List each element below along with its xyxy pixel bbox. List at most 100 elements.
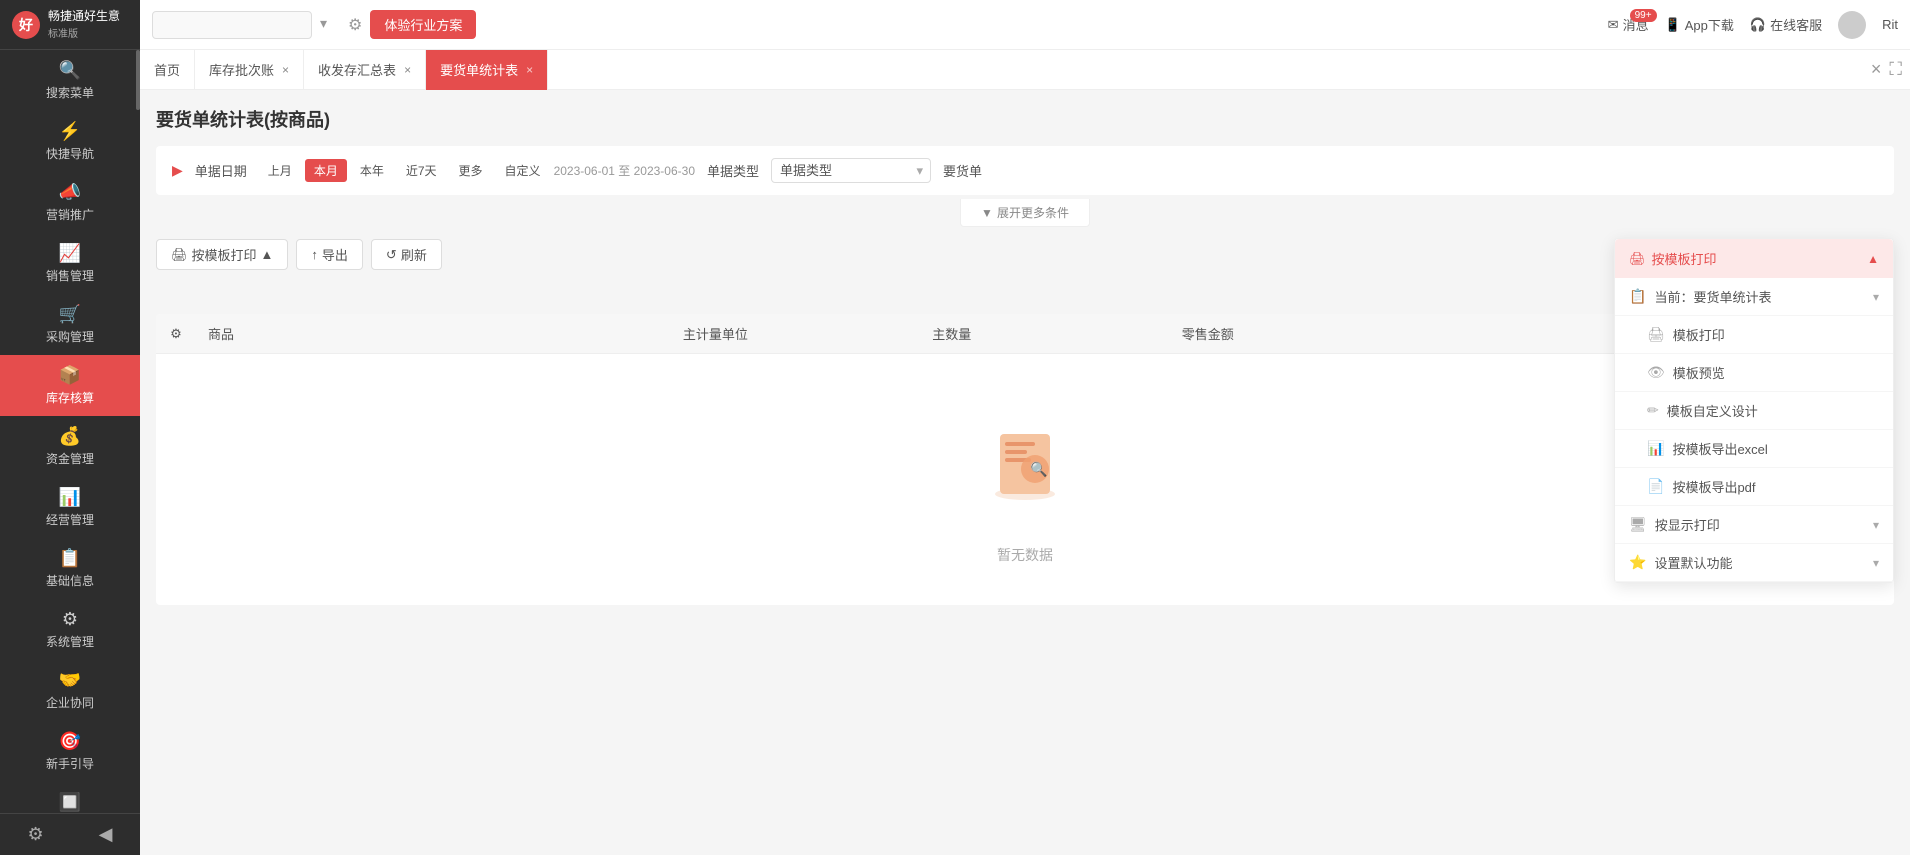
template-export-pdf-label: 按模板导出pdf xyxy=(1672,477,1755,496)
date-range-text: 2023-06-01 至 2023-06-30 xyxy=(554,162,695,179)
col-qty: 主数量 xyxy=(920,324,1169,343)
sidebar-label-guide: 新手引导 xyxy=(46,755,94,772)
sidebar-icon-quick-nav: ⚡ xyxy=(59,121,81,142)
message-badge: 99+ xyxy=(1630,9,1657,22)
print-btn[interactable]: 🖨 按模板打印 ▲ xyxy=(156,239,288,270)
app-download-btn[interactable]: 📱 App下载 xyxy=(1665,15,1734,34)
sidebar-item-purchase[interactable]: 🛒 采购管理 xyxy=(0,294,140,355)
current-template-label: 当前：要货单统计表 xyxy=(1654,287,1771,306)
print-label: 按模板打印 xyxy=(192,245,257,264)
sidebar-label-purchase: 采购管理 xyxy=(46,328,94,345)
template-export-pdf-item[interactable]: 📄 按模板导出pdf xyxy=(1615,468,1893,506)
set-default-left: ⭐ 设置默认功能 xyxy=(1629,553,1732,572)
sidebar-item-apps[interactable]: 🔲 应用中心 xyxy=(0,782,140,813)
current-template-arrow: ▾ xyxy=(1873,290,1879,304)
set-default-arrow: ▾ xyxy=(1873,556,1879,570)
print-dropdown-panel: 🖨 按模板打印 ▲ 📋 当前：要货单统计表 ▾ 🖨 模板打印 👁 xyxy=(1614,238,1894,583)
date-pill-this-month[interactable]: 本月 xyxy=(305,159,347,182)
tab-expand-btn[interactable]: ⛶ xyxy=(1889,59,1902,80)
tab-requisition-stats[interactable]: 要货单统计表 × xyxy=(426,50,548,90)
col-amount: 零售金额 xyxy=(1170,324,1419,343)
template-print-item[interactable]: 🖨 模板打印 xyxy=(1615,316,1893,354)
date-pill-this-year[interactable]: 本年 xyxy=(351,159,393,182)
tab-receive-summary-close[interactable]: × xyxy=(404,63,411,77)
sidebar-item-guide[interactable]: 🎯 新手引导 xyxy=(0,721,140,782)
current-template-icon: 📋 xyxy=(1629,288,1646,305)
tab-inventory-batch-close[interactable]: × xyxy=(282,63,289,77)
print-dropdown-header[interactable]: 🖨 按模板打印 ▲ xyxy=(1615,239,1893,278)
date-pill-custom[interactable]: 自定义 xyxy=(496,159,550,182)
tab-close-all-btn[interactable]: × xyxy=(1871,59,1882,80)
sidebar-item-quick-nav[interactable]: ⚡ 快捷导航 xyxy=(0,111,140,172)
search-dropdown-icon[interactable]: ▾ xyxy=(320,15,340,35)
date-pill-last-7days[interactable]: 近7天 xyxy=(397,159,446,182)
sidebar-icon-apps: 🔲 xyxy=(59,792,81,813)
sidebar-icon-basics: 📋 xyxy=(59,548,81,569)
settings-bottom-icon[interactable]: ⚙ xyxy=(28,824,44,845)
online-service-btn[interactable]: 🎧 在线客服 xyxy=(1750,15,1822,34)
order-type-select-wrapper: 单据类型 xyxy=(771,158,931,183)
template-export-excel-item[interactable]: 📊 按模板导出excel xyxy=(1615,430,1893,468)
sidebar-item-sales[interactable]: 📈 销售管理 xyxy=(0,233,140,294)
sidebar-icon-inventory: 📦 xyxy=(59,365,81,386)
display-print-icon: 🖥 xyxy=(1629,516,1647,533)
template-preview-icon: 👁 xyxy=(1647,364,1665,381)
filter-toggle-icon[interactable]: ▶ xyxy=(172,162,183,179)
print-dropdown-collapse-icon[interactable]: ▲ xyxy=(1867,252,1879,266)
template-custom-item[interactable]: ✏ 模板自定义设计 xyxy=(1615,392,1893,430)
sidebar-item-search[interactable]: 🔍 搜索菜单 xyxy=(0,50,140,111)
sidebar-item-operations[interactable]: 📊 经营管理 xyxy=(0,477,140,538)
goods-filter-label: 要货单 xyxy=(943,161,982,180)
sidebar-item-finance[interactable]: 💰 资金管理 xyxy=(0,416,140,477)
current-template-left: 📋 当前：要货单统计表 xyxy=(1629,287,1771,306)
export-btn[interactable]: ↑ 导出 xyxy=(296,239,363,270)
print-dropdown-icon: 🖨 xyxy=(1629,251,1646,267)
user-avatar-btn[interactable] xyxy=(1838,11,1866,39)
empty-text: 暂无数据 xyxy=(997,545,1053,565)
sidebar-label-quick-nav: 快捷导航 xyxy=(46,145,94,162)
topbar-gear-icon[interactable]: ⚙ xyxy=(348,15,362,35)
tab-requisition-stats-close[interactable]: × xyxy=(526,63,533,77)
export-icon: ↑ xyxy=(311,247,318,262)
tab-home[interactable]: 首页 xyxy=(140,50,195,90)
page-content: 要货单统计表(按商品) ▶ 单据日期 上月 本月 本年 近7天 更多 自定义 2… xyxy=(140,90,1910,855)
sidebar-label-cooperation: 企业协同 xyxy=(46,694,94,711)
sidebar-item-marketing[interactable]: 📣 营销推广 xyxy=(0,172,140,233)
date-pill-last-month[interactable]: 上月 xyxy=(259,159,301,182)
sidebar-icon-cooperation: 🤝 xyxy=(59,670,81,691)
sidebar-item-cooperation[interactable]: 🤝 企业协同 xyxy=(0,660,140,721)
sidebar-icon-purchase: 🛒 xyxy=(59,304,81,325)
trial-btn[interactable]: 体验行业方案 xyxy=(370,10,476,39)
topbar: ▾ ⚙ 体验行业方案 ✉ 消息 99+ 📱 App下载 🎧 在线客服 Rit xyxy=(140,0,1910,50)
col-settings[interactable]: ⚙ xyxy=(156,326,196,342)
refresh-btn[interactable]: ↺ 刷新 xyxy=(371,239,442,270)
template-preview-item[interactable]: 👁 模板预览 xyxy=(1615,354,1893,392)
sidebar-item-system[interactable]: ⚙ 系统管理 xyxy=(0,599,140,660)
date-pill-more[interactable]: 更多 xyxy=(450,159,492,182)
message-btn[interactable]: ✉ 消息 99+ xyxy=(1608,15,1649,34)
tab-inventory-batch[interactable]: 库存批次账 × xyxy=(195,50,304,90)
sidebar-item-inventory[interactable]: 📦 库存核算 xyxy=(0,355,140,416)
page-title: 要货单统计表(按商品) xyxy=(156,106,1894,132)
display-print-group[interactable]: 🖥 按显示打印 ▾ xyxy=(1615,506,1893,544)
message-icon: ✉ xyxy=(1608,17,1619,33)
online-service-label: 在线客服 xyxy=(1770,15,1822,34)
tab-receive-summary-label: 收发存汇总表 xyxy=(318,60,396,79)
sidebar-label-system: 系统管理 xyxy=(46,633,94,650)
collapse-icon[interactable]: ◀ xyxy=(99,824,113,845)
expand-conditions-btn[interactable]: ▼ 展开更多条件 xyxy=(960,199,1090,227)
svg-text:🔍: 🔍 xyxy=(1030,460,1047,478)
search-input[interactable] xyxy=(152,11,312,39)
sidebar-item-basics[interactable]: 📋 基础信息 xyxy=(0,538,140,599)
tab-receive-summary[interactable]: 收发存汇总表 × xyxy=(304,50,426,90)
current-template-item[interactable]: 📋 当前：要货单统计表 ▾ xyxy=(1615,278,1893,316)
tab-requisition-stats-label: 要货单统计表 xyxy=(440,60,518,79)
template-export-pdf-icon: 📄 xyxy=(1647,478,1664,495)
set-default-label: 设置默认功能 xyxy=(1654,553,1732,572)
print-arrow-icon: ▲ xyxy=(261,247,274,262)
order-type-select[interactable]: 单据类型 xyxy=(771,158,931,183)
set-default-group[interactable]: ⭐ 设置默认功能 ▾ xyxy=(1615,544,1893,582)
sidebar-label-marketing: 营销推广 xyxy=(46,206,94,223)
display-print-left: 🖥 按显示打印 xyxy=(1629,515,1720,534)
sidebar-label-operations: 经营管理 xyxy=(46,511,94,528)
